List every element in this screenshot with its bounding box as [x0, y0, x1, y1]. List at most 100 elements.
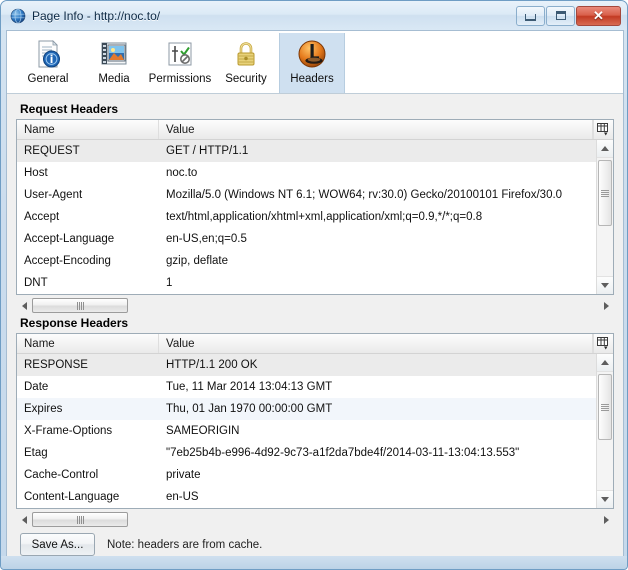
page-info-window: Page Info - http://noc.to/ ✕ — [0, 0, 628, 570]
table-row[interactable]: Accept text/html,application/xhtml+xml,a… — [17, 206, 596, 228]
scroll-right-button[interactable] — [598, 297, 614, 314]
padlock-icon — [230, 38, 262, 70]
table-row[interactable]: User-Agent Mozilla/5.0 (Windows NT 6.1; … — [17, 184, 596, 206]
scroll-thumb[interactable] — [598, 160, 612, 226]
response-headers-grid: Name Value RESPONSE HTTP/1. — [16, 333, 614, 509]
scroll-down-button[interactable] — [597, 490, 613, 508]
table-row[interactable]: Etag "7eb25b4b-e996-4d92-9c73-a1f2da7bde… — [17, 442, 596, 464]
cell-value: en-US,en;q=0.5 — [159, 233, 596, 245]
maximize-icon — [556, 11, 566, 20]
arrow-down-icon — [601, 497, 609, 502]
minimize-icon — [525, 14, 536, 21]
request-horizontal-scrollbar[interactable] — [16, 297, 614, 314]
response-vertical-scrollbar[interactable] — [596, 354, 613, 508]
panel-footer: Save As... Note: headers are from cache. — [16, 533, 614, 556]
request-vertical-scrollbar[interactable] — [596, 140, 613, 294]
cell-value: SAMEORIGIN — [159, 425, 596, 437]
tab-headers[interactable]: Headers — [279, 33, 345, 93]
cell-value: Mozilla/5.0 (Windows NT 6.1; WOW64; rv:3… — [159, 189, 596, 201]
column-picker-icon — [597, 337, 610, 350]
cell-value: gzip, deflate — [159, 255, 596, 267]
request-column-picker-button[interactable] — [593, 120, 613, 139]
response-horizontal-scrollbar[interactable] — [16, 511, 614, 528]
scroll-thumb[interactable] — [32, 512, 128, 527]
scroll-track[interactable] — [32, 511, 598, 528]
response-grid-body-wrap: RESPONSE HTTP/1.1 200 OK Date Tue, 11 Ma… — [17, 354, 613, 508]
arrow-right-icon — [604, 302, 609, 310]
cell-name: X-Frame-Options — [17, 425, 159, 437]
scroll-track[interactable] — [597, 372, 613, 490]
cell-name: DNT — [17, 277, 159, 289]
tab-security[interactable]: Security — [213, 33, 279, 93]
tab-permissions[interactable]: Permissions — [147, 33, 213, 93]
title-bar-left: Page Info - http://noc.to/ — [10, 8, 516, 24]
request-grid-body-wrap: REQUEST GET / HTTP/1.1 Host noc.to User-… — [17, 140, 613, 294]
tab-media-label: Media — [98, 73, 129, 85]
headers-icon — [296, 38, 328, 70]
request-column-name[interactable]: Name — [17, 120, 159, 139]
close-button[interactable]: ✕ — [576, 6, 621, 26]
table-row[interactable]: X-Frame-Options SAMEORIGIN — [17, 420, 596, 442]
globe-icon — [10, 8, 26, 24]
arrow-left-icon — [22, 516, 27, 524]
tab-headers-label: Headers — [290, 73, 333, 85]
title-bar: Page Info - http://noc.to/ ✕ — [1, 1, 627, 30]
column-picker-icon — [597, 123, 610, 136]
table-row[interactable]: DNT 1 — [17, 272, 596, 294]
scroll-track[interactable] — [32, 297, 598, 314]
cell-name: Host — [17, 167, 159, 179]
tab-general[interactable]: General — [15, 33, 81, 93]
table-row[interactable]: Accept-Language en-US,en;q=0.5 — [17, 228, 596, 250]
headers-panel: Request Headers Name Value — [7, 94, 623, 558]
tab-permissions-label: Permissions — [149, 73, 212, 85]
cell-name: User-Agent — [17, 189, 159, 201]
cell-name: Accept-Language — [17, 233, 159, 245]
table-row[interactable]: Date Tue, 11 Mar 2014 13:04:13 GMT — [17, 376, 596, 398]
document-info-icon — [32, 38, 64, 70]
scroll-up-button[interactable] — [597, 140, 613, 158]
cell-value: Tue, 11 Mar 2014 13:04:13 GMT — [159, 381, 596, 393]
table-row[interactable]: Cache-Control private — [17, 464, 596, 486]
tab-media[interactable]: Media — [81, 33, 147, 93]
scroll-thumb[interactable] — [32, 298, 128, 313]
grip-icon — [77, 302, 84, 310]
response-grid-header-row: Name Value — [17, 334, 613, 354]
response-grid-body: RESPONSE HTTP/1.1 200 OK Date Tue, 11 Ma… — [17, 354, 596, 508]
tab-general-label: General — [28, 73, 69, 85]
cell-name: Content-Language — [17, 491, 159, 503]
table-row[interactable]: Content-Language en-US — [17, 486, 596, 508]
request-column-value[interactable]: Value — [159, 120, 593, 139]
permissions-icon — [164, 38, 196, 70]
cell-value: private — [159, 469, 596, 481]
response-column-name[interactable]: Name — [17, 334, 159, 353]
arrow-down-icon — [601, 283, 609, 288]
grip-icon — [601, 404, 609, 411]
save-as-button[interactable]: Save As... — [20, 533, 95, 556]
table-row[interactable]: REQUEST GET / HTTP/1.1 — [17, 140, 596, 162]
scroll-down-button[interactable] — [597, 276, 613, 294]
table-row[interactable]: Accept-Encoding gzip, deflate — [17, 250, 596, 272]
scroll-up-button[interactable] — [597, 354, 613, 372]
scroll-left-button[interactable] — [16, 511, 32, 528]
minimize-button[interactable] — [516, 6, 545, 26]
table-row[interactable]: Host noc.to — [17, 162, 596, 184]
scroll-right-button[interactable] — [598, 511, 614, 528]
window-bottom-strip — [1, 556, 627, 569]
arrow-up-icon — [601, 146, 609, 151]
maximize-button[interactable] — [546, 6, 575, 26]
scroll-left-button[interactable] — [16, 297, 32, 314]
arrow-left-icon — [22, 302, 27, 310]
response-column-picker-button[interactable] — [593, 334, 613, 353]
cell-value: HTTP/1.1 200 OK — [159, 359, 596, 371]
scroll-thumb[interactable] — [598, 374, 612, 440]
close-icon: ✕ — [593, 9, 604, 22]
request-grid-body: REQUEST GET / HTTP/1.1 Host noc.to User-… — [17, 140, 596, 294]
response-column-value[interactable]: Value — [159, 334, 593, 353]
table-row[interactable]: Expires Thu, 01 Jan 1970 00:00:00 GMT — [17, 398, 596, 420]
cell-value: en-US — [159, 491, 596, 503]
table-row[interactable]: RESPONSE HTTP/1.1 200 OK — [17, 354, 596, 376]
request-headers-grid: Name Value REQUEST GET / HT — [16, 119, 614, 295]
cell-value: text/html,application/xhtml+xml,applicat… — [159, 211, 596, 223]
scroll-track[interactable] — [597, 158, 613, 276]
cell-value: Thu, 01 Jan 1970 00:00:00 GMT — [159, 403, 596, 415]
